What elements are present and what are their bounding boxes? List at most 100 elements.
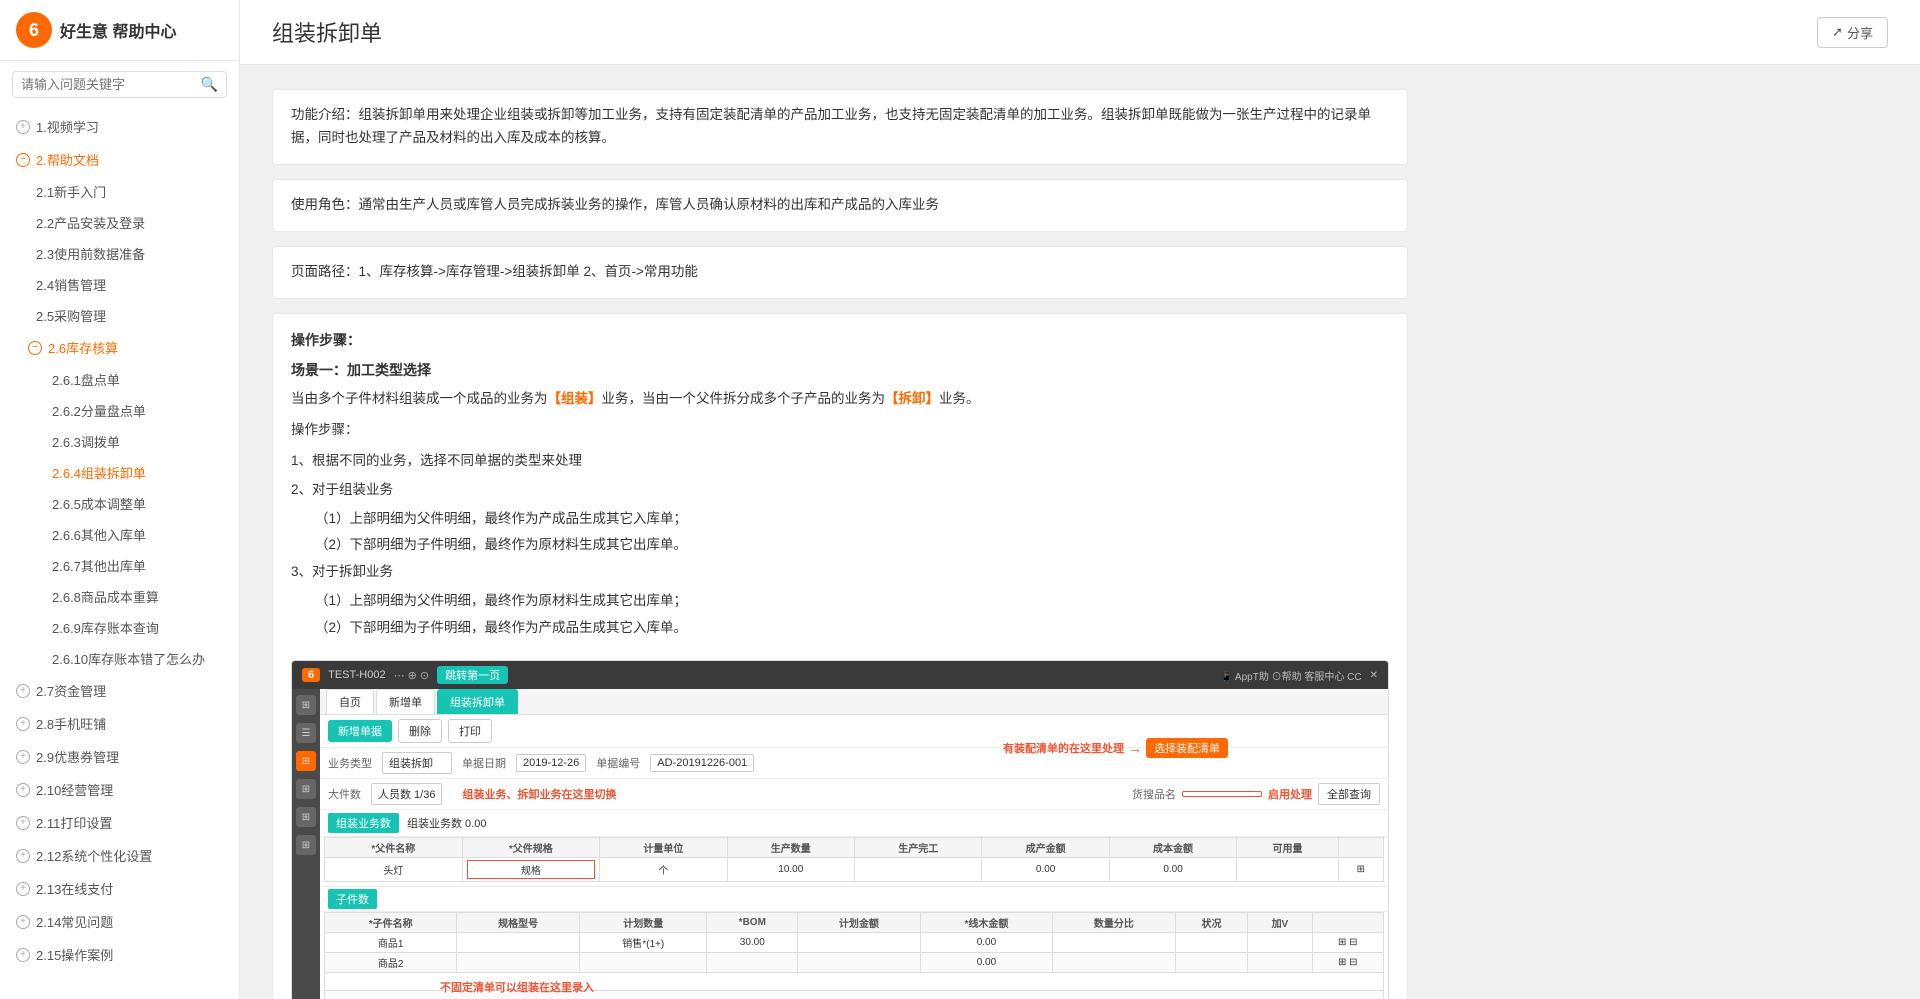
- info-role-box: 使用角色：通常由生产人员或库管人员完成拆装业务的操作，库管人员确认原材料的出库和…: [272, 179, 1408, 232]
- mock-lower-section-label: 子件数: [328, 889, 377, 909]
- sidebar-item-other-out[interactable]: 2.6.7其他出库单: [0, 550, 239, 581]
- sidebar-item-payment[interactable]: + 2.13在线支付: [0, 872, 239, 905]
- search-icon[interactable]: 🔍: [201, 76, 218, 93]
- nav-menu: + 1.视频学习 − 2.帮助文档 2.1新手入门 2.2产品安装及登录 2.3…: [0, 108, 239, 973]
- sidebar-item-stocktake[interactable]: 2.6.1盘点单: [0, 364, 239, 395]
- sidebar-item-stock-error[interactable]: 2.6.10库存账本错了怎么办: [0, 643, 239, 674]
- mock-icon-6: ⊞: [296, 835, 316, 855]
- mock-annotation2: 组装业务、拆卸业务在这里切换: [462, 786, 616, 802]
- mock-t1-h4: 生产数量: [727, 838, 854, 858]
- mock-t2-row2: 商品2 0.00 ⊞ ⊟: [325, 953, 1384, 973]
- mock-btn-print: 打印: [448, 719, 492, 743]
- mock-t2-r1c3: 销售*(1+): [579, 933, 706, 953]
- step3: 3、对于拆卸业务: [291, 561, 1389, 584]
- mock-close: ✕: [1370, 670, 1378, 681]
- mock-section-row: 组装业务数 组装业务数 0.00: [320, 810, 1388, 837]
- sidebar-item-other-in[interactable]: 2.6.6其他入库单: [0, 519, 239, 550]
- expand-icon-print: +: [16, 816, 30, 830]
- sidebar-item-mobile[interactable]: + 2.8手机旺铺: [0, 707, 239, 740]
- arrow1: →: [1128, 740, 1142, 756]
- sidebar-item-docs[interactable]: − 2.帮助文档: [0, 143, 239, 176]
- sidebar-item-newbie[interactable]: 2.1新手入门: [0, 176, 239, 207]
- step3-sub: （1）上部明细为父件明细，最终作为原材料生成其它出库单； （2）下部明细为子件明…: [315, 590, 1389, 640]
- sidebar-item-video[interactable]: + 1.视频学习: [0, 110, 239, 143]
- sidebar-item-custom[interactable]: + 2.12系统个性化设置: [0, 839, 239, 872]
- mock-t2-r1c4: 30.00: [707, 933, 798, 953]
- sidebar-item-faq[interactable]: + 2.14常见问题: [0, 905, 239, 938]
- mock-t1-h3: 计量单位: [600, 838, 727, 858]
- sidebar-header: 6 好生意 帮助中心: [0, 0, 239, 61]
- sidebar-item-finance[interactable]: + 2.7资金管理: [0, 674, 239, 707]
- mock-t2-h2: 规格型号: [457, 913, 580, 933]
- mock-t2-r2c10: ⊞ ⊟: [1312, 953, 1383, 973]
- step1: 1、根据不同的业务，选择不同单据的类型来处理: [291, 450, 1389, 473]
- sidebar-item-print[interactable]: + 2.11打印设置: [0, 806, 239, 839]
- mock-icon-2: ☰: [296, 723, 316, 743]
- search-input[interactable]: [21, 77, 201, 92]
- sidebar-item-partial[interactable]: 2.6.2分量盘点单: [0, 395, 239, 426]
- mock-t2-r2c9: [1248, 953, 1312, 973]
- mock-t2-r2c1: 商品2: [325, 953, 457, 973]
- sidebar-item-prepare[interactable]: 2.3使用前数据准备: [0, 238, 239, 269]
- mock-t1-h5: 生产完工: [855, 838, 982, 858]
- sidebar-item-stock-query[interactable]: 2.6.9库存账本查询: [0, 612, 239, 643]
- mock-sub-label: 大件数: [328, 786, 361, 802]
- info-path-box: 页面路径：1、库存核算->库存管理->组装拆卸单 2、首页->常用功能: [272, 246, 1408, 299]
- mock-t2-r2c3: [579, 953, 706, 973]
- sidebar-item-ops[interactable]: + 2.10经营管理: [0, 773, 239, 806]
- sidebar-item-sales[interactable]: 2.4销售管理: [0, 269, 239, 300]
- sidebar-item-purchase[interactable]: 2.5采购管理: [0, 300, 239, 331]
- mock-t2-h7: 数量分比: [1053, 913, 1176, 933]
- step2-sub: （1）上部明细为父件明细，最终作为产成品生成其它入库单； （2）下部明细为子件明…: [315, 508, 1389, 558]
- share-icon: ➚: [1832, 24, 1843, 40]
- mock-t2-r2c8: [1175, 953, 1248, 973]
- mock-btn-new: 新增单据: [328, 720, 392, 742]
- mock-t1-r1c1: 头灯: [325, 858, 463, 882]
- search-box[interactable]: 🔍: [12, 71, 227, 98]
- mock-t1-r1c8: [1237, 858, 1338, 882]
- sidebar: 6 好生意 帮助中心 🔍 + 1.视频学习 − 2.帮助文档 2.1新手入门 2…: [0, 0, 240, 999]
- mock-search-btn: 全部查询: [1318, 783, 1380, 805]
- mock-nav-dots: ⋯ ⊕ ⊙: [394, 669, 430, 682]
- mock-tab-new: 新增单: [376, 689, 435, 714]
- sidebar-item-cases[interactable]: + 2.15操作案例: [0, 938, 239, 971]
- mock-t1-h1: *父件名称: [325, 838, 463, 858]
- mock-logo: 6: [302, 668, 320, 682]
- mock-goods-label: 货搜品名: [1132, 786, 1176, 802]
- mock-t1-r1c3: 个: [600, 858, 727, 882]
- share-button[interactable]: ➚ 分享: [1817, 17, 1888, 48]
- mock-t2-h10: [1312, 913, 1383, 933]
- mock-form-row2: 大件数 人员数 1/36 组装业务、拆卸业务在这里切换 货搜品名: [320, 779, 1388, 810]
- mock-right-form: 货搜品名 启用处理 全部查询: [1132, 783, 1380, 805]
- mock-t2-h9: 加V: [1248, 913, 1312, 933]
- sidebar-item-install[interactable]: 2.2产品安装及登录: [0, 207, 239, 238]
- mock-t2-r1c9: [1248, 933, 1312, 953]
- mock-type-label: 业务类型: [328, 755, 372, 771]
- sidebar-item-cost[interactable]: 2.6.5成本调整单: [0, 488, 239, 519]
- mock-t2-row4: [325, 991, 1384, 999]
- mock-tabs: 自页 新增单 组装拆卸单: [320, 689, 1388, 715]
- mock-t2-r1c1: 商品1: [325, 933, 457, 953]
- mock-icon-4: ⊞: [296, 779, 316, 799]
- mock-table2: *子件名称 规格型号 计划数量 *BOM 计划金额 *线木金额 数量分比 状况: [324, 912, 1384, 999]
- mock-t2-h6: *线木金额: [920, 913, 1052, 933]
- mock-select-bom-btn: 选择装配清单: [1146, 738, 1228, 758]
- mock-t2-r2c2: [457, 953, 580, 973]
- main-header: 组装拆卸单 ➚ 分享: [240, 0, 1920, 65]
- mock-section-count: 组装业务数 0.00: [407, 815, 486, 831]
- mock-t1-h8: 可用量: [1237, 838, 1338, 858]
- content-area: 功能介绍：组装拆卸单用来处理企业组装或拆卸等加工业务，支持有固定装配清单的产品加…: [240, 65, 1440, 999]
- sidebar-item-assembly[interactable]: 2.6.4组装拆卸单: [0, 457, 239, 488]
- mock-t1-r1c9: ⊞: [1338, 858, 1383, 882]
- sidebar-item-cost-reset[interactable]: 2.6.8商品成本重算: [0, 581, 239, 612]
- mock-t2-row1: 商品1 销售*(1+) 30.00 0.00: [325, 933, 1384, 953]
- sidebar-item-inventory[interactable]: − 2.6库存核算: [0, 331, 239, 364]
- op-steps-label: 操作步骤：: [291, 419, 1389, 442]
- annotation2-text: 组装业务、拆卸业务在这里切换: [462, 786, 616, 802]
- step2-sub2: （2）下部明细为子件明细，最终作为原材料生成其它出库单。: [315, 534, 1389, 557]
- mock-lower-header: 子件数: [320, 886, 1388, 912]
- sidebar-item-coupon[interactable]: + 2.9优惠券管理: [0, 740, 239, 773]
- mock-icon-5: ⊞: [296, 807, 316, 827]
- sidebar-item-adjust[interactable]: 2.6.3调拨单: [0, 426, 239, 457]
- mock-t1-h9: [1338, 838, 1383, 858]
